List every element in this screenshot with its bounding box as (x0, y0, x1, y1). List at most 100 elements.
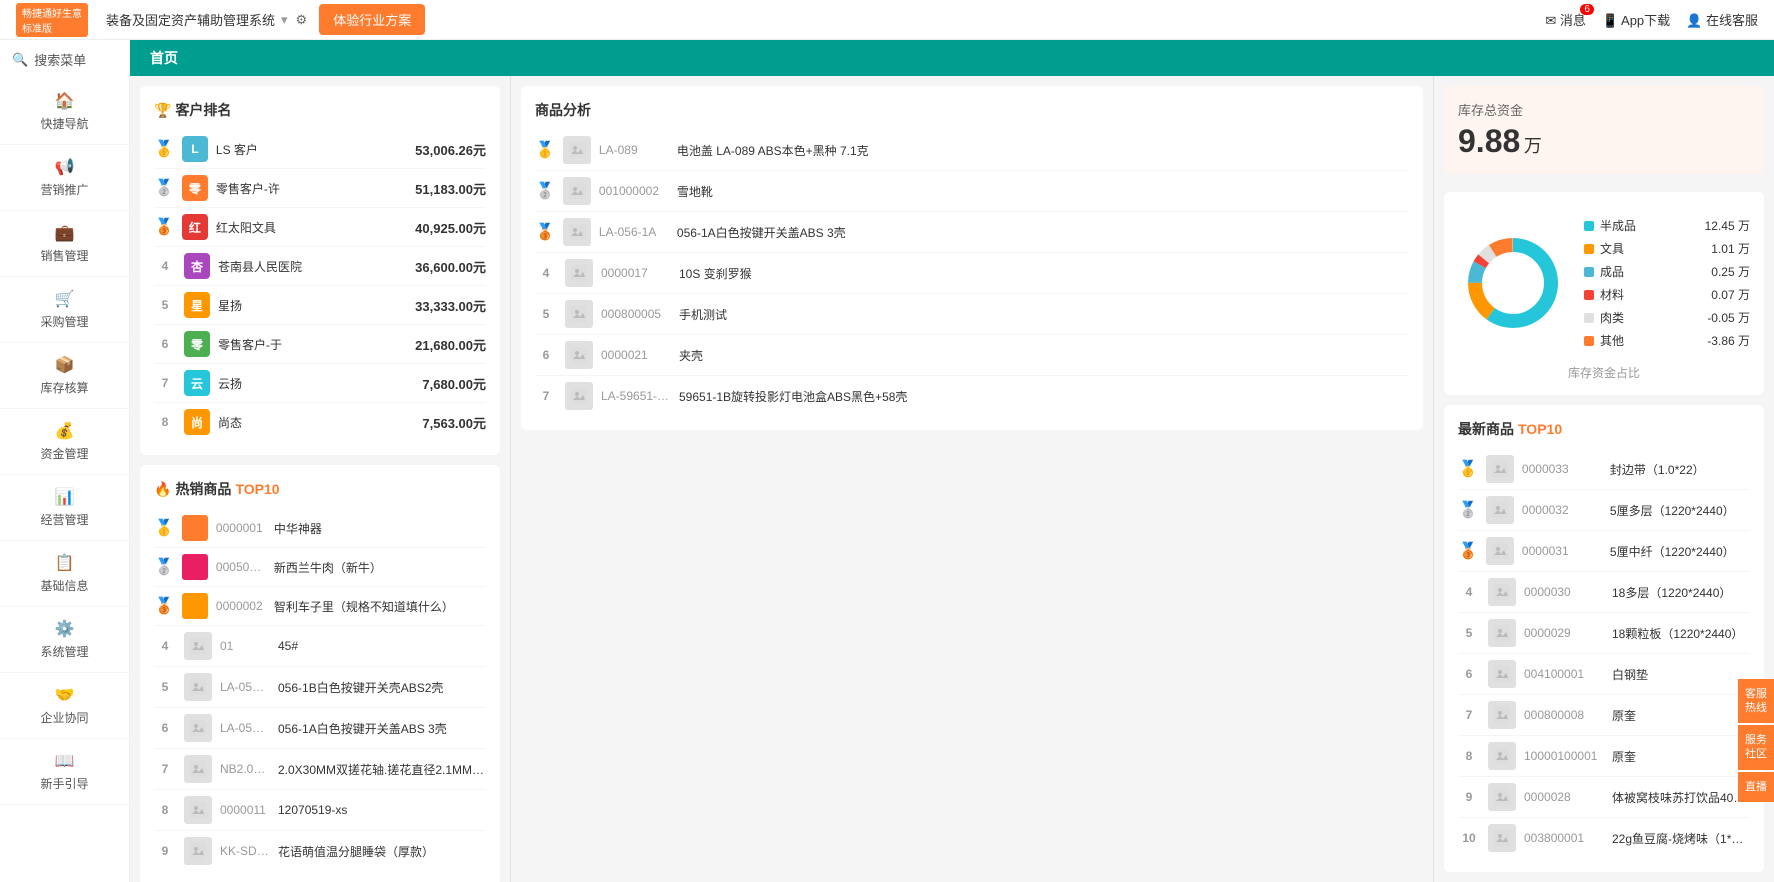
legend-dot-other (1584, 336, 1594, 346)
product-code: 0000021 (601, 348, 671, 362)
operations-icon: 📊 (55, 487, 75, 507)
sidebar-item-cooperation[interactable]: 🤝 企业协同 (0, 673, 129, 739)
rank-number: 4 (1458, 585, 1480, 599)
product-name: 白钢垫 (1612, 666, 1750, 683)
customer-service-button[interactable]: 客服热线 (1738, 679, 1774, 724)
customer-rank-item: 🥈 零 零售客户-许 51,183.00元 (154, 169, 486, 208)
new-products-card: 最新商品 TOP10 🥇 0000033 封边带（1.0*22） 🥈 00000… (1444, 405, 1764, 872)
product-image-placeholder (1488, 783, 1516, 811)
product-image-placeholder (563, 218, 591, 246)
new-product-item: 8 10000100001 原奎 (1458, 736, 1750, 777)
product-rank-item: 7 LA-59651-1B 59651-1B旋转投影灯电池盒ABS黑色+58壳 (535, 376, 1409, 416)
rank-number: 8 (1458, 749, 1480, 763)
logo-line2: 标准版 (22, 20, 82, 35)
product-image (182, 554, 208, 580)
product-image-placeholder (184, 796, 212, 824)
product-code: 0000031 (1522, 544, 1602, 558)
system-name: 装备及固定资产辅助管理系统 (106, 10, 275, 29)
product-rank-item: 🥇 LA-089 电池盖 LA-089 ABS本色+黑种 7.1克 (535, 130, 1409, 171)
logo: 畅捷通好生意 标准版 (16, 3, 88, 37)
product-code: 0000011 (220, 803, 270, 817)
quick-nav-icon: 🏠 (55, 91, 75, 111)
new-product-item: 6 004100001 白钢垫 (1458, 654, 1750, 695)
service-community-button[interactable]: 服务社区 (1738, 725, 1774, 770)
live-button[interactable]: 直播 (1738, 772, 1774, 802)
sidebar-item-inventory[interactable]: 📦 库存核算 (0, 343, 129, 409)
sidebar-item-basic-info[interactable]: 📋 基础信息 (0, 541, 129, 607)
product-name: 智利车子里（规格不知道填什么） (274, 598, 486, 615)
customer-ranking-title: 🏆 客户排名 (154, 100, 486, 120)
product-name: 花语萌值温分腿睡袋（厚款） (278, 843, 486, 860)
home-tab[interactable]: 首页 (130, 40, 1774, 76)
legend-dot-finished (1584, 267, 1594, 277)
product-rank-item: 🥉 LA-056-1A 056-1A白色按键开关盖ABS 3壳 (535, 212, 1409, 253)
product-name: 封边带（1.0*22） (1610, 461, 1750, 478)
sidebar-item-quick-nav[interactable]: 🏠 快捷导航 (0, 79, 129, 145)
product-image-placeholder (1486, 496, 1514, 524)
product-name: 12070519-xs (278, 803, 486, 817)
settings-icon[interactable]: ⚙ (296, 12, 308, 28)
online-service-button[interactable]: 👤 在线客服 (1686, 10, 1758, 29)
product-image-placeholder (1486, 537, 1514, 565)
hot-product-item: 8 0000011 12070519-xs (154, 790, 486, 831)
sidebar-item-guide[interactable]: 📖 新手引导 (0, 739, 129, 805)
product-name: 中华神器 (274, 520, 486, 537)
bronze-medal-icon: 🥉 (154, 596, 174, 616)
legend-dot-meat (1584, 313, 1594, 323)
product-rank-list: 🥇 LA-089 电池盖 LA-089 ABS本色+黑种 7.1克 🥈 0010… (535, 130, 1409, 416)
new-product-item: 🥈 0000032 5厘多层（1220*2440） (1458, 490, 1750, 531)
customer-name: 星扬 (218, 297, 407, 314)
sidebar-item-marketing[interactable]: 📢 营销推广 (0, 145, 129, 211)
product-name: 手机测试 (679, 306, 1409, 323)
product-code: LA-056-1A (599, 225, 669, 239)
product-image-placeholder (184, 673, 212, 701)
sidebar-item-sales[interactable]: 💼 销售管理 (0, 211, 129, 277)
product-code: KK-SD22110H (220, 844, 270, 858)
gold-medal-icon: 🥇 (154, 139, 174, 159)
inventory-summary-card: 库存总资金 9.88 万 (1444, 86, 1764, 174)
customer-avatar: 零 (182, 175, 208, 201)
rank-number: 6 (535, 348, 557, 362)
customer-name: 苍南县人民医院 (218, 258, 407, 275)
product-name: 雪地靴 (677, 183, 1409, 200)
customer-avatar: 零 (184, 331, 210, 357)
customer-amount: 33,333.00元 (415, 296, 486, 315)
customer-name: LS 客户 (216, 141, 407, 158)
product-code: LA-056-1B (220, 680, 270, 694)
search-menu-button[interactable]: 🔍 搜索菜单 (0, 40, 129, 79)
system-selector[interactable]: 装备及固定资产辅助管理系统 ▾ (106, 10, 288, 29)
sidebar-item-operations[interactable]: 📊 经营管理 (0, 475, 129, 541)
bronze-medal-icon: 🥉 (1458, 541, 1478, 561)
inventory-icon: 📦 (55, 355, 75, 375)
hot-product-item: 5 LA-056-1B 056-1B白色按键开关壳ABS2壳 (154, 667, 486, 708)
product-name: 056-1A白色按键开关盖ABS 3壳 (278, 720, 486, 737)
app-download-button[interactable]: 📱 App下载 (1602, 10, 1670, 29)
message-icon: ✉ (1545, 13, 1556, 28)
product-image-placeholder (565, 341, 593, 369)
service-icon: 👤 (1686, 13, 1702, 28)
new-product-item: 4 0000030 18多层（1220*2440） (1458, 572, 1750, 613)
new-product-item: 🥉 0000031 5厘中纤（1220*2440） (1458, 531, 1750, 572)
donut-container: 半成品 12.45 万 文具 1.01 万 成品 0 (1458, 206, 1750, 360)
product-name: 原奎 (1612, 748, 1750, 765)
rank-number: 9 (1458, 790, 1480, 804)
customer-name: 云扬 (218, 375, 414, 392)
sidebar-item-finance[interactable]: 💰 资金管理 (0, 409, 129, 475)
new-product-item: 10 003800001 22g鱼豆腐-烧烤味（1*12*20） (1458, 818, 1750, 858)
donut-chart (1458, 228, 1568, 338)
product-image-placeholder (565, 382, 593, 410)
sidebar-item-purchase[interactable]: 🛒 采购管理 (0, 277, 129, 343)
hot-products-card: 🔥 热销商品 TOP10 🥇 0000001 中华神器 🥈 000500001 … (140, 465, 500, 882)
topbar: 畅捷通好生意 标准版 装备及固定资产辅助管理系统 ▾ ⚙ 体验行业方案 ✉ 消息… (0, 0, 1774, 40)
hot-product-item: 6 LA-056-1A 056-1A白色按键开关盖ABS 3壳 (154, 708, 486, 749)
product-name: 45# (278, 639, 486, 653)
float-buttons: 客服热线 服务社区 直播 (1738, 679, 1774, 802)
product-image-placeholder (1488, 824, 1516, 852)
sidebar-item-system[interactable]: ⚙️ 系统管理 (0, 607, 129, 673)
trial-button[interactable]: 体验行业方案 (319, 4, 425, 35)
product-name: 10S 变刹罗猴 (679, 265, 1409, 282)
legend-dot-material (1584, 290, 1594, 300)
message-button[interactable]: ✉ 消息 6 (1545, 10, 1586, 29)
legend-item-finished: 成品 0.25 万 (1584, 260, 1750, 283)
rank-number: 9 (154, 844, 176, 858)
